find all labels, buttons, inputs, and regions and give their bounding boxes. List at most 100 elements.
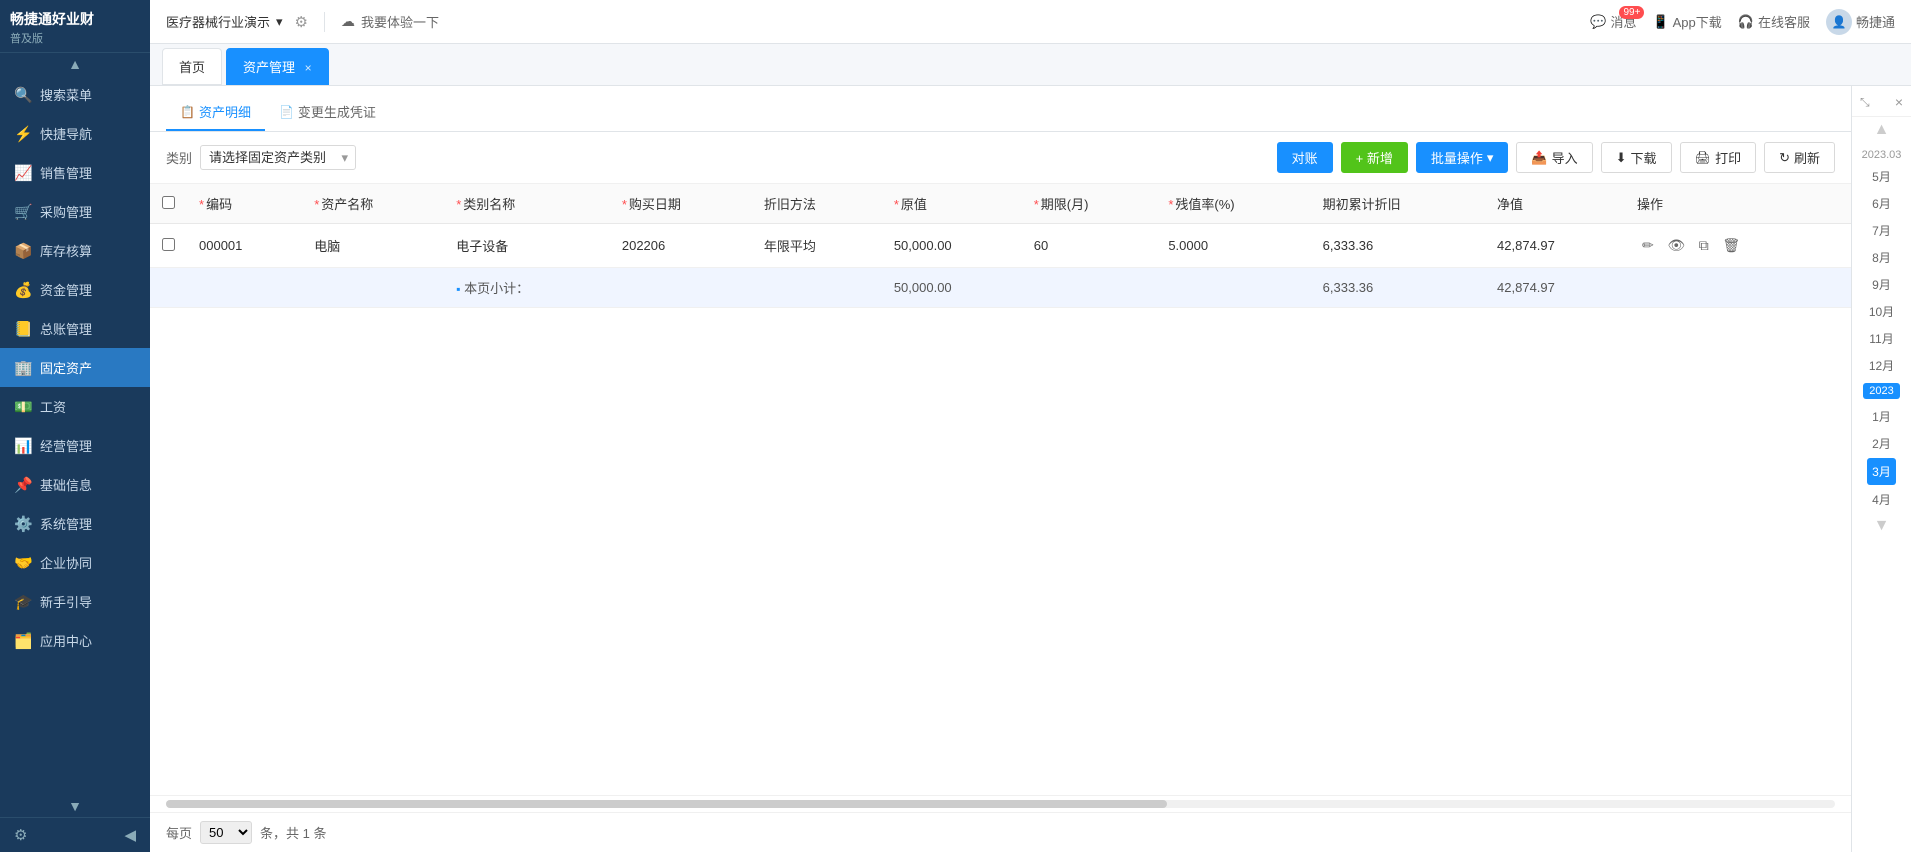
sidebar-label: 经营管理 <box>40 436 92 455</box>
sidebar-settings-icon[interactable]: ⚙ <box>14 826 27 844</box>
header-original-value: *原值 <box>882 184 1022 224</box>
export-button[interactable]: 📤 导入 <box>1516 142 1592 173</box>
panel-close-btn[interactable]: × <box>1891 92 1907 112</box>
company-selector[interactable]: 医疗器械行业演示 ▾ <box>166 12 283 31</box>
month-item-3月[interactable]: 3月 <box>1867 458 1895 485</box>
panel-scroll-down[interactable]: ▼ <box>1863 513 1899 539</box>
subtotal-net-value: 42,874.97 <box>1485 268 1625 308</box>
sidebar-scroll-down[interactable]: ▼ <box>0 795 150 817</box>
month-item-prev-7月[interactable]: 7月 <box>1863 217 1899 244</box>
app-download-btn[interactable]: 📱 App下载 <box>1652 12 1721 31</box>
cell-initial-depreciation: 6,333.36 <box>1311 224 1485 268</box>
row-checkbox[interactable] <box>162 238 175 251</box>
sidebar-item-搜索菜单[interactable]: 🔍搜索菜单 <box>0 75 150 114</box>
sub-tab-voucher-change-label: 变更生成凭证 <box>298 102 376 121</box>
sidebar-item-系统管理[interactable]: ⚙️系统管理 <box>0 504 150 543</box>
month-item-prev-6月[interactable]: 6月 <box>1863 190 1899 217</box>
sidebar-item-基础信息[interactable]: 📌基础信息 <box>0 465 150 504</box>
right-panel-months: 5月6月7月8月9月10月11月12月 2023 1月2月3月4月▼ <box>1863 163 1899 539</box>
tab-home[interactable]: 首页 <box>162 48 222 85</box>
month-item-4月[interactable]: 4月 <box>1863 486 1899 513</box>
sidebar-icon: 💵 <box>14 398 32 416</box>
sidebar-icon: 📒 <box>14 320 32 338</box>
batch-button[interactable]: 批量操作 ▾ <box>1416 142 1509 173</box>
sidebar-label: 企业协同 <box>40 553 92 572</box>
table-header-row: *编码 *资产名称 *类别名称 *购买日期 折旧方法 *原值 *期限(月) *残… <box>150 184 1851 224</box>
month-item-prev-5月[interactable]: 5月 <box>1863 163 1899 190</box>
sidebar-item-企业协同[interactable]: 🤝企业协同 <box>0 543 150 582</box>
year-badge[interactable]: 2023 <box>1863 383 1899 399</box>
per-page-select[interactable]: 50 10 20 100 <box>200 821 252 844</box>
month-item-prev-10月[interactable]: 10月 <box>1863 298 1899 325</box>
topbar-divider <box>324 12 325 32</box>
user-menu[interactable]: 👤 畅捷通 <box>1826 9 1895 35</box>
topbar-settings-icon[interactable]: ⚙ <box>295 13 308 31</box>
toolbar-right: 对账 + 新增 批量操作 ▾ 📤 导入 ⬇ 下载 <box>1277 142 1835 173</box>
sidebar-label: 应用中心 <box>40 631 92 650</box>
header-actions: 操作 <box>1625 184 1851 224</box>
sidebar-item-应用中心[interactable]: 🗂️应用中心 <box>0 621 150 660</box>
company-name: 医疗器械行业演示 <box>166 12 270 31</box>
sidebar-scroll-up[interactable]: ▲ <box>0 53 150 75</box>
asset-table: *编码 *资产名称 *类别名称 *购买日期 折旧方法 *原值 *期限(月) *残… <box>150 184 1851 308</box>
sidebar-label: 采购管理 <box>40 202 92 221</box>
message-btn[interactable]: 💬 消息 99+ <box>1590 12 1636 31</box>
sidebar-collapse-icon[interactable]: ◀ <box>124 826 136 844</box>
per-page-label: 每页 <box>166 823 192 842</box>
experience-btn[interactable]: ☁ 我要体验一下 <box>341 12 439 31</box>
view-btn[interactable]: 👁 <box>1662 234 1690 257</box>
sidebar-label: 基础信息 <box>40 475 92 494</box>
sidebar-item-快捷导航[interactable]: ⚡快捷导航 <box>0 114 150 153</box>
tab-asset-management[interactable]: 资产管理 × <box>226 48 329 85</box>
sidebar-item-库存核算[interactable]: 📦库存核算 <box>0 231 150 270</box>
h-scrollbar-thumb[interactable] <box>166 800 1167 808</box>
sidebar-item-工资[interactable]: 💵工资 <box>0 387 150 426</box>
new-button[interactable]: + 新增 <box>1341 142 1408 173</box>
right-panel: ⤡ × ▲ 2023.03 5月6月7月8月9月10月11月12月20231月2… <box>1851 86 1911 852</box>
sidebar-item-资金管理[interactable]: 💰资金管理 <box>0 270 150 309</box>
header-period: *期限(月) <box>1022 184 1157 224</box>
subtotal-period <box>1022 268 1157 308</box>
category-select[interactable]: 请选择固定资产类别 <box>200 145 356 170</box>
delete-btn[interactable]: 🗑 <box>1717 234 1745 257</box>
reconcile-button[interactable]: 对账 <box>1277 142 1333 173</box>
topbar: 医疗器械行业演示 ▾ ⚙ ☁ 我要体验一下 💬 消息 99+ 📱 App下载 🎧… <box>150 0 1911 44</box>
panel-scroll-up[interactable]: ▲ <box>1852 117 1911 143</box>
month-item-prev-8月[interactable]: 8月 <box>1863 244 1899 271</box>
month-item-2月[interactable]: 2月 <box>1863 430 1899 457</box>
download-button[interactable]: ⬇ 下载 <box>1601 142 1672 173</box>
content-area: 📋 资产明细 📄 变更生成凭证 类别 请选择固定资产类别 <box>150 86 1911 852</box>
header-name: *资产名称 <box>302 184 444 224</box>
edit-btn[interactable]: ✏ <box>1637 234 1659 257</box>
sidebar-item-新手引导[interactable]: 🎓新手引导 <box>0 582 150 621</box>
export-label: 导入 <box>1552 148 1578 167</box>
filter-group: 类别 请选择固定资产类别 <box>166 145 356 170</box>
sidebar-item-销售管理[interactable]: 📈销售管理 <box>0 153 150 192</box>
sidebar-item-固定资产[interactable]: 🏢固定资产 <box>0 348 150 387</box>
sidebar-logo: 畅捷通好业财 普及版 <box>0 0 150 53</box>
month-item-prev-11月[interactable]: 11月 <box>1863 325 1899 352</box>
sub-tab-asset-detail[interactable]: 📋 资产明细 <box>166 96 265 131</box>
print-button[interactable]: 🖨 打印 <box>1680 142 1757 173</box>
app-title: 畅捷通好业财 <box>10 10 94 28</box>
tab-asset-management-label: 资产管理 <box>243 60 295 75</box>
customer-service-btn[interactable]: 🎧 在线客服 <box>1738 12 1810 31</box>
customer-service-label: 在线客服 <box>1758 12 1810 31</box>
sidebar-icon: 🔍 <box>14 86 32 104</box>
tab-close-icon[interactable]: × <box>305 61 312 75</box>
month-item-prev-9月[interactable]: 9月 <box>1863 271 1899 298</box>
panel-expand-btn[interactable]: ⤡ <box>1856 93 1874 112</box>
refresh-button[interactable]: ↻ 刷新 <box>1764 142 1835 173</box>
sub-tab-voucher-change[interactable]: 📄 变更生成凭证 <box>265 96 390 131</box>
copy-btn[interactable]: ⧉ <box>1694 234 1714 257</box>
select-all-checkbox[interactable] <box>162 196 175 209</box>
sidebar-icon: 🎓 <box>14 593 32 611</box>
month-item-1月[interactable]: 1月 <box>1863 403 1899 430</box>
sidebar-item-采购管理[interactable]: 🛒采购管理 <box>0 192 150 231</box>
h-scroll-wrapper <box>150 795 1851 812</box>
sidebar-item-经营管理[interactable]: 📊经营管理 <box>0 426 150 465</box>
cell-code: 000001 <box>187 224 302 268</box>
sidebar-item-总账管理[interactable]: 📒总账管理 <box>0 309 150 348</box>
month-item-prev-12月[interactable]: 12月 <box>1863 352 1899 379</box>
h-scrollbar[interactable] <box>166 800 1835 808</box>
